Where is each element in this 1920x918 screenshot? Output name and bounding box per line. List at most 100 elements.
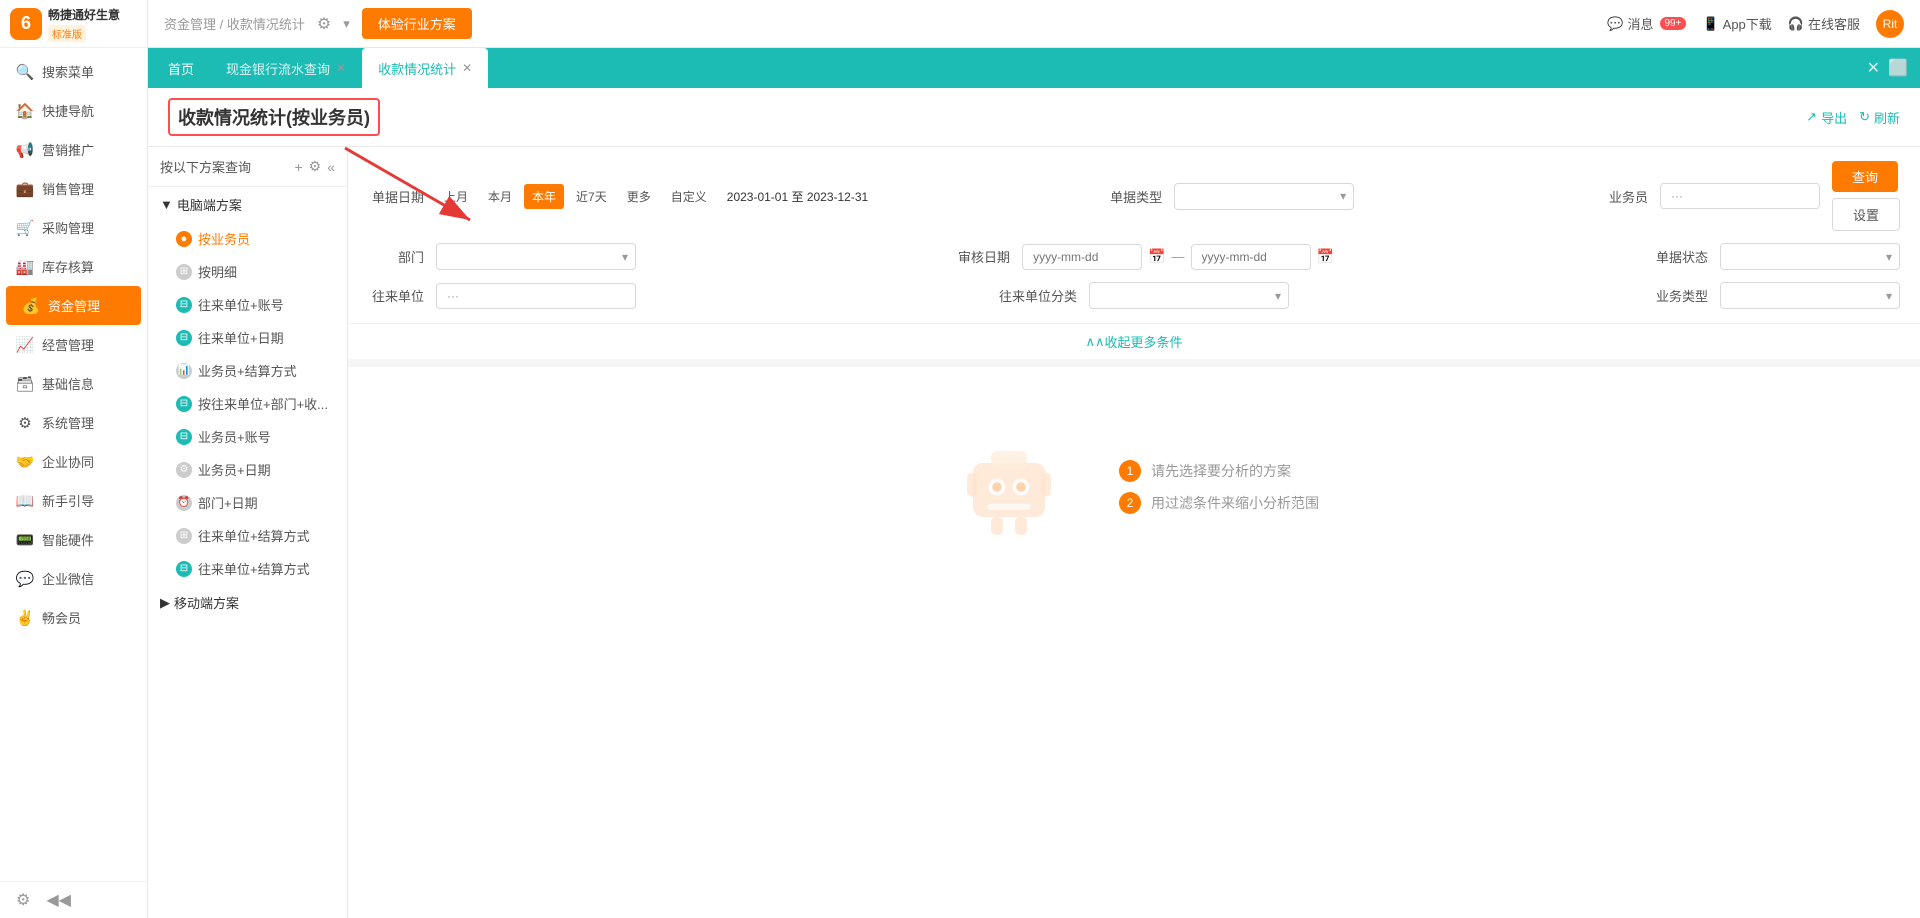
sidebar-label-wechat: 企业微信 <box>42 569 94 588</box>
sidebar-item-smart-hw[interactable]: 📟 智能硬件 <box>0 520 147 559</box>
tab-maximize-icon[interactable]: ⬜ <box>1888 58 1908 78</box>
refresh-button[interactable]: ↻ 刷新 <box>1859 108 1900 127</box>
business-type-label: 业务类型 <box>1652 286 1708 305</box>
operations-icon: 📈 <box>16 336 34 354</box>
tab-collection-stat-close[interactable]: ✕ <box>462 61 472 75</box>
sidebar-item-quick-nav[interactable]: 🏠 快捷导航 <box>0 91 147 130</box>
scheme-icon-salesperson: ● <box>176 231 192 247</box>
mobile-section-header[interactable]: ▶ 移动端方案 <box>148 585 347 620</box>
settings-bottom-icon[interactable]: ⚙ <box>16 890 30 910</box>
empty-state: 1 请先选择要分析的方案 2 用过滤条件来缩小分析范围 <box>348 367 1920 918</box>
date-btn-custom[interactable]: 自定义 <box>663 184 715 209</box>
date-btn-this-month[interactable]: 本月 <box>480 184 520 209</box>
doc-status-select[interactable] <box>1720 243 1900 270</box>
scheme-item-salesperson-settlement[interactable]: 📊 业务员+结算方式 <box>148 354 347 387</box>
partner-input[interactable]: ··· <box>436 283 636 309</box>
sidebar-item-search[interactable]: 🔍 搜索菜单 <box>0 52 147 91</box>
sidebar-item-marketing[interactable]: 📢 营销推广 <box>0 130 147 169</box>
refresh-icon: ↻ <box>1859 109 1870 125</box>
dept-select-wrapper <box>436 243 636 270</box>
tab-bar: 首页 现金银行流水查询 ✕ 收款情况统计 ✕ ✕ ⬜ <box>148 48 1920 88</box>
settings-button[interactable]: 设置 <box>1832 198 1900 231</box>
sidebar-item-sales[interactable]: 💼 销售管理 <box>0 169 147 208</box>
tab-bank-flow[interactable]: 现金银行流水查询 ✕ <box>210 48 362 88</box>
sidebar-item-operations[interactable]: 📈 经营管理 <box>0 325 147 364</box>
collapse-sidebar-icon[interactable]: ◀◀ <box>46 890 71 910</box>
scheme-item-dept-date[interactable]: ⏰ 部门+日期 <box>148 486 347 519</box>
date-btn-this-year[interactable]: 本年 <box>524 184 564 209</box>
tab-bank-flow-close[interactable]: ✕ <box>336 61 346 75</box>
app-download-action[interactable]: 📱 App下载 <box>1702 14 1771 33</box>
dept-select[interactable] <box>436 243 636 270</box>
salesperson-more-icon: ··· <box>1671 189 1683 203</box>
sidebar-label-operations: 经营管理 <box>42 335 94 354</box>
sidebar-item-wechat[interactable]: 💬 企业微信 <box>0 559 147 598</box>
sidebar: 6 畅捷通好生意 标准版 🔍 搜索菜单 🏠 快捷导航 📢 营销推广 💼 销售管理… <box>0 0 148 918</box>
sidebar-navigation: 🔍 搜索菜单 🏠 快捷导航 📢 营销推广 💼 销售管理 🛒 采购管理 🏭 库存核… <box>0 48 147 881</box>
tab-home[interactable]: 首页 <box>152 48 210 88</box>
scheme-icon-partner-dept: ⊟ <box>176 396 192 412</box>
scheme-item-by-detail[interactable]: ⊞ 按明细 <box>148 255 347 288</box>
collapse-label: 收起更多条件 <box>1105 332 1183 351</box>
tab-collection-stat-label: 收款情况统计 <box>378 59 456 78</box>
scheme-item-partner-date[interactable]: ⊟ 往来单位+日期 <box>148 321 347 354</box>
salesperson-label: 业务员 <box>1592 187 1648 206</box>
scheme-item-by-salesperson[interactable]: ● 按业务员 <box>148 222 347 255</box>
left-panel: 按以下方案查询 + ⚙ « ▼ 电脑端方案 ● 按业务员 ⊞ <box>148 147 348 918</box>
scheme-item-partner-settlement1[interactable]: ⊞ 往来单位+结算方式 <box>148 519 347 552</box>
date-btn-more[interactable]: 更多 <box>619 184 659 209</box>
date-label: 单据日期 <box>368 187 424 206</box>
scheme-icon-partner-date: ⊟ <box>176 330 192 346</box>
sidebar-item-inventory[interactable]: 🏭 库存核算 <box>0 247 147 286</box>
header-gear-icon[interactable]: ⚙ <box>317 14 331 34</box>
header-left: 资金管理 / 收款情况统计 ⚙ ▾ 体验行业方案 <box>164 8 472 39</box>
scheme-item-salesperson-account[interactable]: ⊟ 业务员+账号 <box>148 420 347 453</box>
date-btn-last-month[interactable]: 上月 <box>436 184 476 209</box>
query-button[interactable]: 查询 <box>1832 161 1898 192</box>
message-label: 消息 <box>1627 14 1653 33</box>
online-service-action[interactable]: 🎧 在线客服 <box>1788 14 1860 33</box>
tab-bank-flow-label: 现金银行流水查询 <box>226 59 330 78</box>
scheme-item-partner-dept[interactable]: ⊟ 按往来单位+部门+收... <box>148 387 347 420</box>
page-title: 收款情况统计(按业务员) <box>168 98 380 136</box>
desktop-arrow-icon: ▼ <box>160 197 173 212</box>
audit-date-start[interactable] <box>1022 244 1142 270</box>
export-button[interactable]: ↗ 导出 <box>1806 108 1847 127</box>
date-range-display: 2023-01-01 至 2023-12-31 <box>727 188 868 205</box>
partner-category-select[interactable] <box>1089 282 1289 309</box>
sidebar-item-system[interactable]: ⚙ 系统管理 <box>0 403 147 442</box>
scheme-collapse-icon[interactable]: « <box>327 159 335 175</box>
scheme-item-partner-account[interactable]: ⊟ 往来单位+账号 <box>148 288 347 321</box>
sidebar-item-member[interactable]: ✌ 畅会员 <box>0 598 147 637</box>
service-icon: 🎧 <box>1788 16 1804 32</box>
date-btn-7days[interactable]: 近7天 <box>568 184 615 209</box>
scheme-item-partner-settlement2[interactable]: ⊟ 往来单位+结算方式 <box>148 552 347 585</box>
desktop-section-header[interactable]: ▼ 电脑端方案 <box>148 187 347 222</box>
empty-tip-1: 1 请先选择要分析的方案 <box>1119 460 1319 482</box>
tab-close-all-icon[interactable]: ✕ <box>1867 58 1880 78</box>
sidebar-item-purchase[interactable]: 🛒 采购管理 <box>0 208 147 247</box>
export-icon: ↗ <box>1806 109 1817 125</box>
trial-button[interactable]: 体验行业方案 <box>362 8 472 39</box>
filter-actions: 查询 设置 <box>1832 161 1900 231</box>
member-icon: ✌ <box>16 609 34 627</box>
doc-type-select[interactable] <box>1174 183 1354 210</box>
user-avatar[interactable]: Rit <box>1876 10 1904 38</box>
sidebar-item-basic[interactable]: 🗃 基础信息 <box>0 364 147 403</box>
sidebar-item-enterprise[interactable]: 🤝 企业协同 <box>0 442 147 481</box>
scheme-settings-icon[interactable]: ⚙ <box>309 158 322 175</box>
scheme-item-salesperson-date[interactable]: ⚙ 业务员+日期 <box>148 453 347 486</box>
header-dropdown-icon[interactable]: ▾ <box>343 16 350 32</box>
sidebar-item-finance[interactable]: 💰 资金管理 <box>6 286 141 325</box>
business-type-select[interactable] <box>1720 282 1900 309</box>
tab-collection-stat[interactable]: 收款情况统计 ✕ <box>362 48 488 88</box>
sidebar-item-guide[interactable]: 📖 新手引导 <box>0 481 147 520</box>
sidebar-label-quick-nav: 快捷导航 <box>42 101 94 120</box>
basic-icon: 🗃 <box>16 375 34 393</box>
scheme-add-icon[interactable]: + <box>294 159 302 175</box>
message-action[interactable]: 💬 消息 99+ <box>1607 14 1686 33</box>
collapse-more-conditions-btn[interactable]: ∧∧ 收起更多条件 <box>348 323 1920 359</box>
salesperson-input[interactable]: ··· <box>1660 183 1820 209</box>
audit-date-end[interactable] <box>1191 244 1311 270</box>
sidebar-label-purchase: 采购管理 <box>42 218 94 237</box>
